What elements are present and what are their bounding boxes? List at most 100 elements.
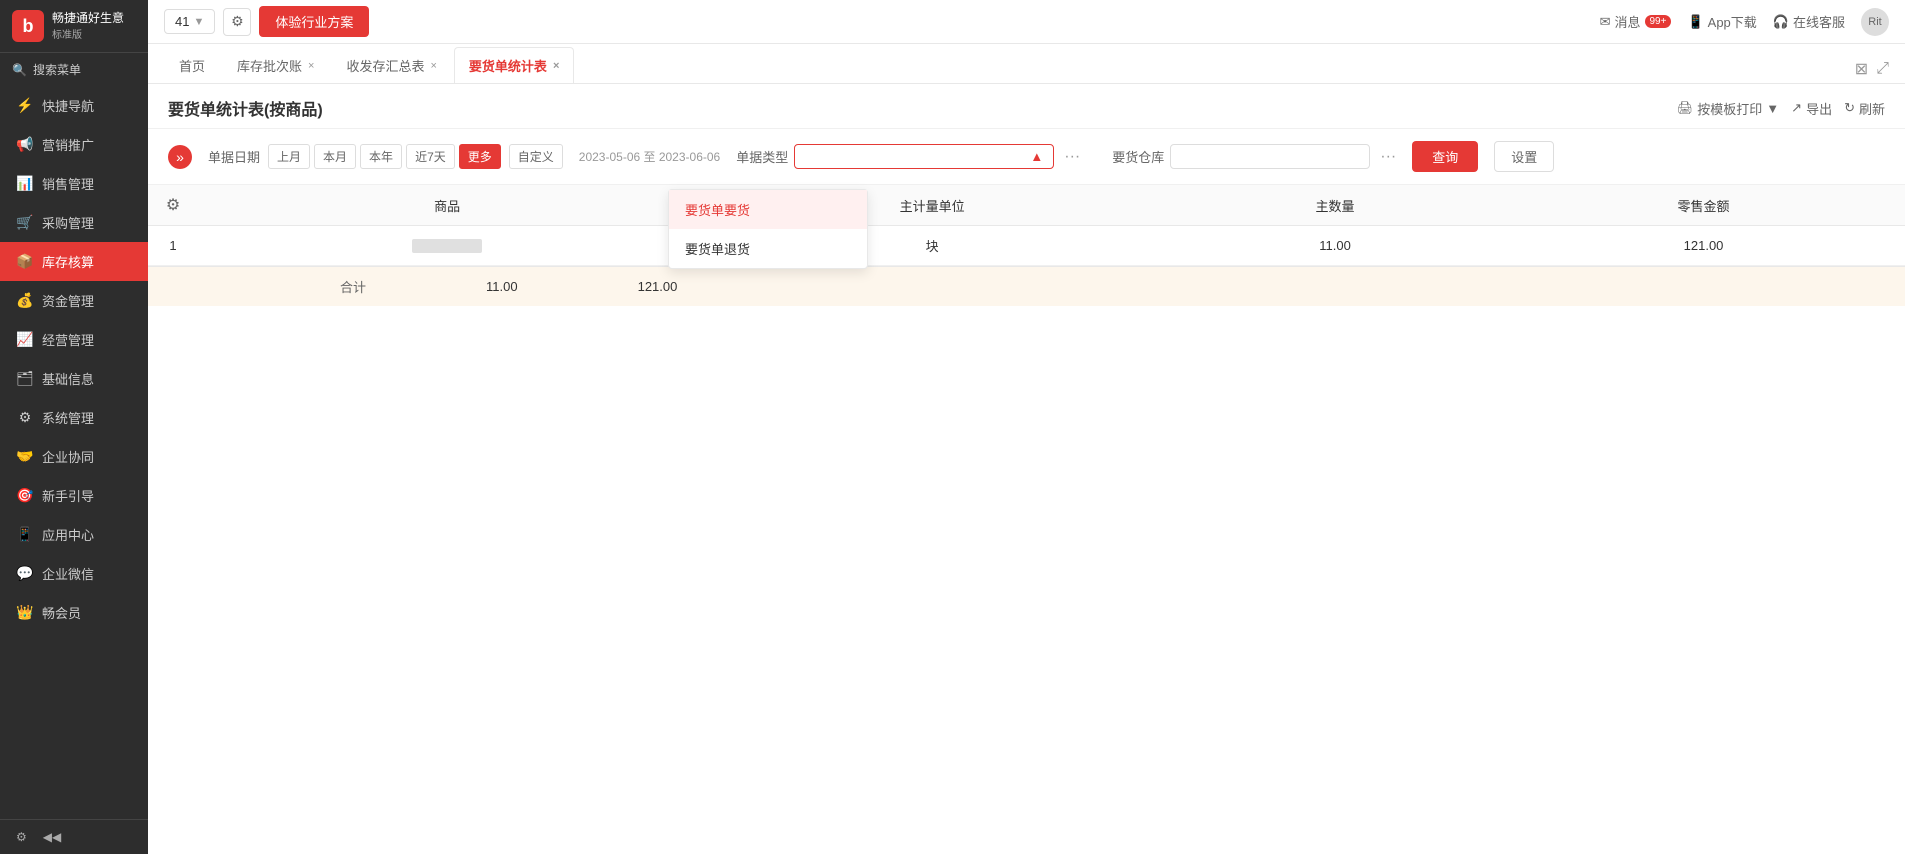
- app-icon: 📱: [1687, 14, 1703, 30]
- wechat-icon: 💬: [16, 565, 34, 582]
- print-icon: 🖨: [1677, 100, 1694, 116]
- warehouse-select[interactable]: [1170, 144, 1370, 169]
- sidebar-item-label: 营销推广: [42, 135, 94, 154]
- tab-fullscreen-btn[interactable]: ⤢: [1876, 60, 1889, 78]
- table-row: 1 块 11.00 121.00: [148, 226, 1905, 266]
- sidebar-item-label: 企业微信: [42, 564, 94, 583]
- date-btn-more[interactable]: 更多: [459, 144, 501, 169]
- store-number: 41: [175, 14, 189, 29]
- tab-home[interactable]: 首页: [164, 47, 220, 83]
- date-btn-last-month[interactable]: 上月: [268, 144, 310, 169]
- date-custom-btn[interactable]: 自定义: [509, 144, 563, 169]
- export-label: 导出: [1806, 99, 1832, 118]
- sidebar-settings-btn[interactable]: ⚙: [16, 830, 27, 844]
- search-icon: 🔍: [12, 63, 27, 77]
- sidebar-item-app-center[interactable]: 📱 应用中心: [0, 515, 148, 554]
- warehouse-more-btn[interactable]: ···: [1380, 148, 1396, 166]
- sidebar-collapse-btn[interactable]: ◀◀: [43, 830, 61, 844]
- sidebar-item-label: 基础信息: [42, 369, 94, 388]
- sidebar-item-finance[interactable]: 💰 资金管理: [0, 281, 148, 320]
- settings-btn[interactable]: 设置: [1494, 141, 1554, 172]
- guide-icon: 🎯: [16, 487, 34, 504]
- tab-order-summary-close[interactable]: ×: [553, 60, 559, 72]
- type-select-arrow: ▲: [1030, 149, 1043, 164]
- table-container: ⚙ 商品 主计量单位 主数量 零售金额 1 块: [148, 185, 1905, 266]
- warehouse-filter-group: 要货仓库 ···: [1112, 144, 1396, 169]
- messages-btn[interactable]: ✉ 消息 99+: [1600, 12, 1672, 31]
- page-header: 要货单统计表(按商品) 🖨 按模板打印 ▼ ↗ 导出 ↻ 刷新: [148, 84, 1905, 129]
- type-more-btn[interactable]: ···: [1064, 148, 1080, 166]
- print-template-btn[interactable]: 🖨 按模板打印 ▼: [1677, 99, 1779, 118]
- filter-bar: » 单据日期 上月 本月 本年 近7天 更多 自定义 2023-05-06 至 …: [148, 129, 1905, 185]
- date-btn-this-month[interactable]: 本月: [314, 144, 356, 169]
- refresh-label: 刷新: [1859, 99, 1885, 118]
- sidebar-item-label: 畅会员: [42, 603, 81, 622]
- tab-inventory-batch-close[interactable]: ×: [308, 60, 314, 72]
- store-selector[interactable]: 41 ▼: [164, 9, 215, 34]
- quick-nav-icon: ⚡: [16, 97, 34, 114]
- search-menu-label: 搜索菜单: [33, 61, 81, 78]
- sidebar-item-system[interactable]: ⚙ 系统管理: [0, 398, 148, 437]
- type-select[interactable]: ▲: [794, 144, 1054, 169]
- sidebar-item-inventory[interactable]: 📦 库存核算: [0, 242, 148, 281]
- basic-icon: 🗂: [16, 370, 34, 387]
- topbar-gear-button[interactable]: ⚙: [223, 8, 251, 36]
- tab-inventory-batch-label: 库存批次账: [237, 56, 302, 75]
- sidebar-item-basic[interactable]: 🗂 基础信息: [0, 359, 148, 398]
- print-chevron-icon: ▼: [1766, 101, 1779, 116]
- date-btn-last-7days[interactable]: 近7天: [406, 144, 455, 169]
- col-settings[interactable]: ⚙: [148, 185, 198, 226]
- logo-icon: b: [12, 10, 44, 42]
- online-service-btn[interactable]: 🎧 在线客服: [1773, 12, 1845, 31]
- tab-order-summary-label: 要货单统计表: [469, 56, 547, 75]
- sidebar-item-purchase[interactable]: 🛒 采购管理: [0, 203, 148, 242]
- sales-icon: 📊: [16, 175, 34, 192]
- gear-icon: ⚙: [231, 13, 244, 30]
- topbar: 41 ▼ ⚙ 体验行业方案 ✉ 消息 99+ 📱 App下载 🎧 在线客服: [148, 0, 1905, 44]
- tab-receivable-summary[interactable]: 收发存汇总表 ×: [331, 47, 451, 83]
- refresh-icon: ↻: [1844, 100, 1855, 116]
- tab-expand-btn[interactable]: ⊠: [1855, 59, 1868, 79]
- export-btn[interactable]: ↗ 导出: [1791, 99, 1832, 118]
- table-footer: 合计 11.00 121.00: [148, 266, 1905, 306]
- avatar[interactable]: Rit: [1861, 8, 1889, 36]
- logo-text: 畅捷通好生意: [52, 11, 124, 27]
- dropdown-item-order-return[interactable]: 要货单退货: [669, 229, 867, 268]
- marketing-icon: 📢: [16, 136, 34, 153]
- finance-icon: 💰: [16, 292, 34, 309]
- date-btn-this-year[interactable]: 本年: [360, 144, 402, 169]
- print-template-label: 按模板打印: [1697, 99, 1762, 118]
- operations-icon: 📈: [16, 331, 34, 348]
- tab-order-summary[interactable]: 要货单统计表 ×: [454, 47, 574, 83]
- sidebar-item-marketing[interactable]: 📢 营销推广: [0, 125, 148, 164]
- sidebar-item-cooperation[interactable]: 🤝 企业协同: [0, 437, 148, 476]
- query-btn[interactable]: 查询: [1412, 141, 1478, 172]
- tab-receivable-summary-close[interactable]: ×: [430, 60, 436, 72]
- tab-inventory-batch[interactable]: 库存批次账 ×: [222, 47, 329, 83]
- tab-home-label: 首页: [179, 56, 205, 75]
- sidebar-item-label: 新手引导: [42, 486, 94, 505]
- filter-expand-btn[interactable]: »: [168, 145, 192, 169]
- cell-index: 1: [148, 226, 198, 266]
- logo-sub: 标准版: [52, 26, 124, 41]
- sidebar-bottom: ⚙ ◀◀: [0, 819, 148, 854]
- refresh-btn[interactable]: ↻ 刷新: [1844, 99, 1885, 118]
- industry-btn[interactable]: 体验行业方案: [259, 6, 369, 37]
- sidebar-item-member[interactable]: 👑 畅会员: [0, 593, 148, 632]
- date-range-display: 2023-05-06 至 2023-06-06: [579, 148, 720, 165]
- date-filter-group: 单据日期 上月 本月 本年 近7天 更多 自定义: [208, 144, 563, 169]
- app-download-btn[interactable]: 📱 App下载: [1687, 12, 1756, 31]
- sidebar: b 畅捷通好生意 标准版 🔍 搜索菜单 ⚡ 快捷导航 📢 营销推广 📊 销售管理…: [0, 0, 148, 854]
- sidebar-item-label: 销售管理: [42, 174, 94, 193]
- search-menu[interactable]: 🔍 搜索菜单: [0, 53, 148, 86]
- sidebar-item-wechat[interactable]: 💬 企业微信: [0, 554, 148, 593]
- sidebar-item-quick-nav[interactable]: ⚡ 快捷导航: [0, 86, 148, 125]
- sidebar-item-sales[interactable]: 📊 销售管理: [0, 164, 148, 203]
- sidebar-item-operations[interactable]: 📈 经营管理: [0, 320, 148, 359]
- page-title: 要货单统计表(按商品): [168, 96, 323, 120]
- data-table: ⚙ 商品 主计量单位 主数量 零售金额 1 块: [148, 185, 1905, 266]
- sidebar-item-guide[interactable]: 🎯 新手引导: [0, 476, 148, 515]
- tab-receivable-summary-label: 收发存汇总表: [346, 56, 424, 75]
- sidebar-item-label: 库存核算: [42, 252, 94, 271]
- dropdown-item-order-purchase[interactable]: 要货单要货: [669, 190, 867, 229]
